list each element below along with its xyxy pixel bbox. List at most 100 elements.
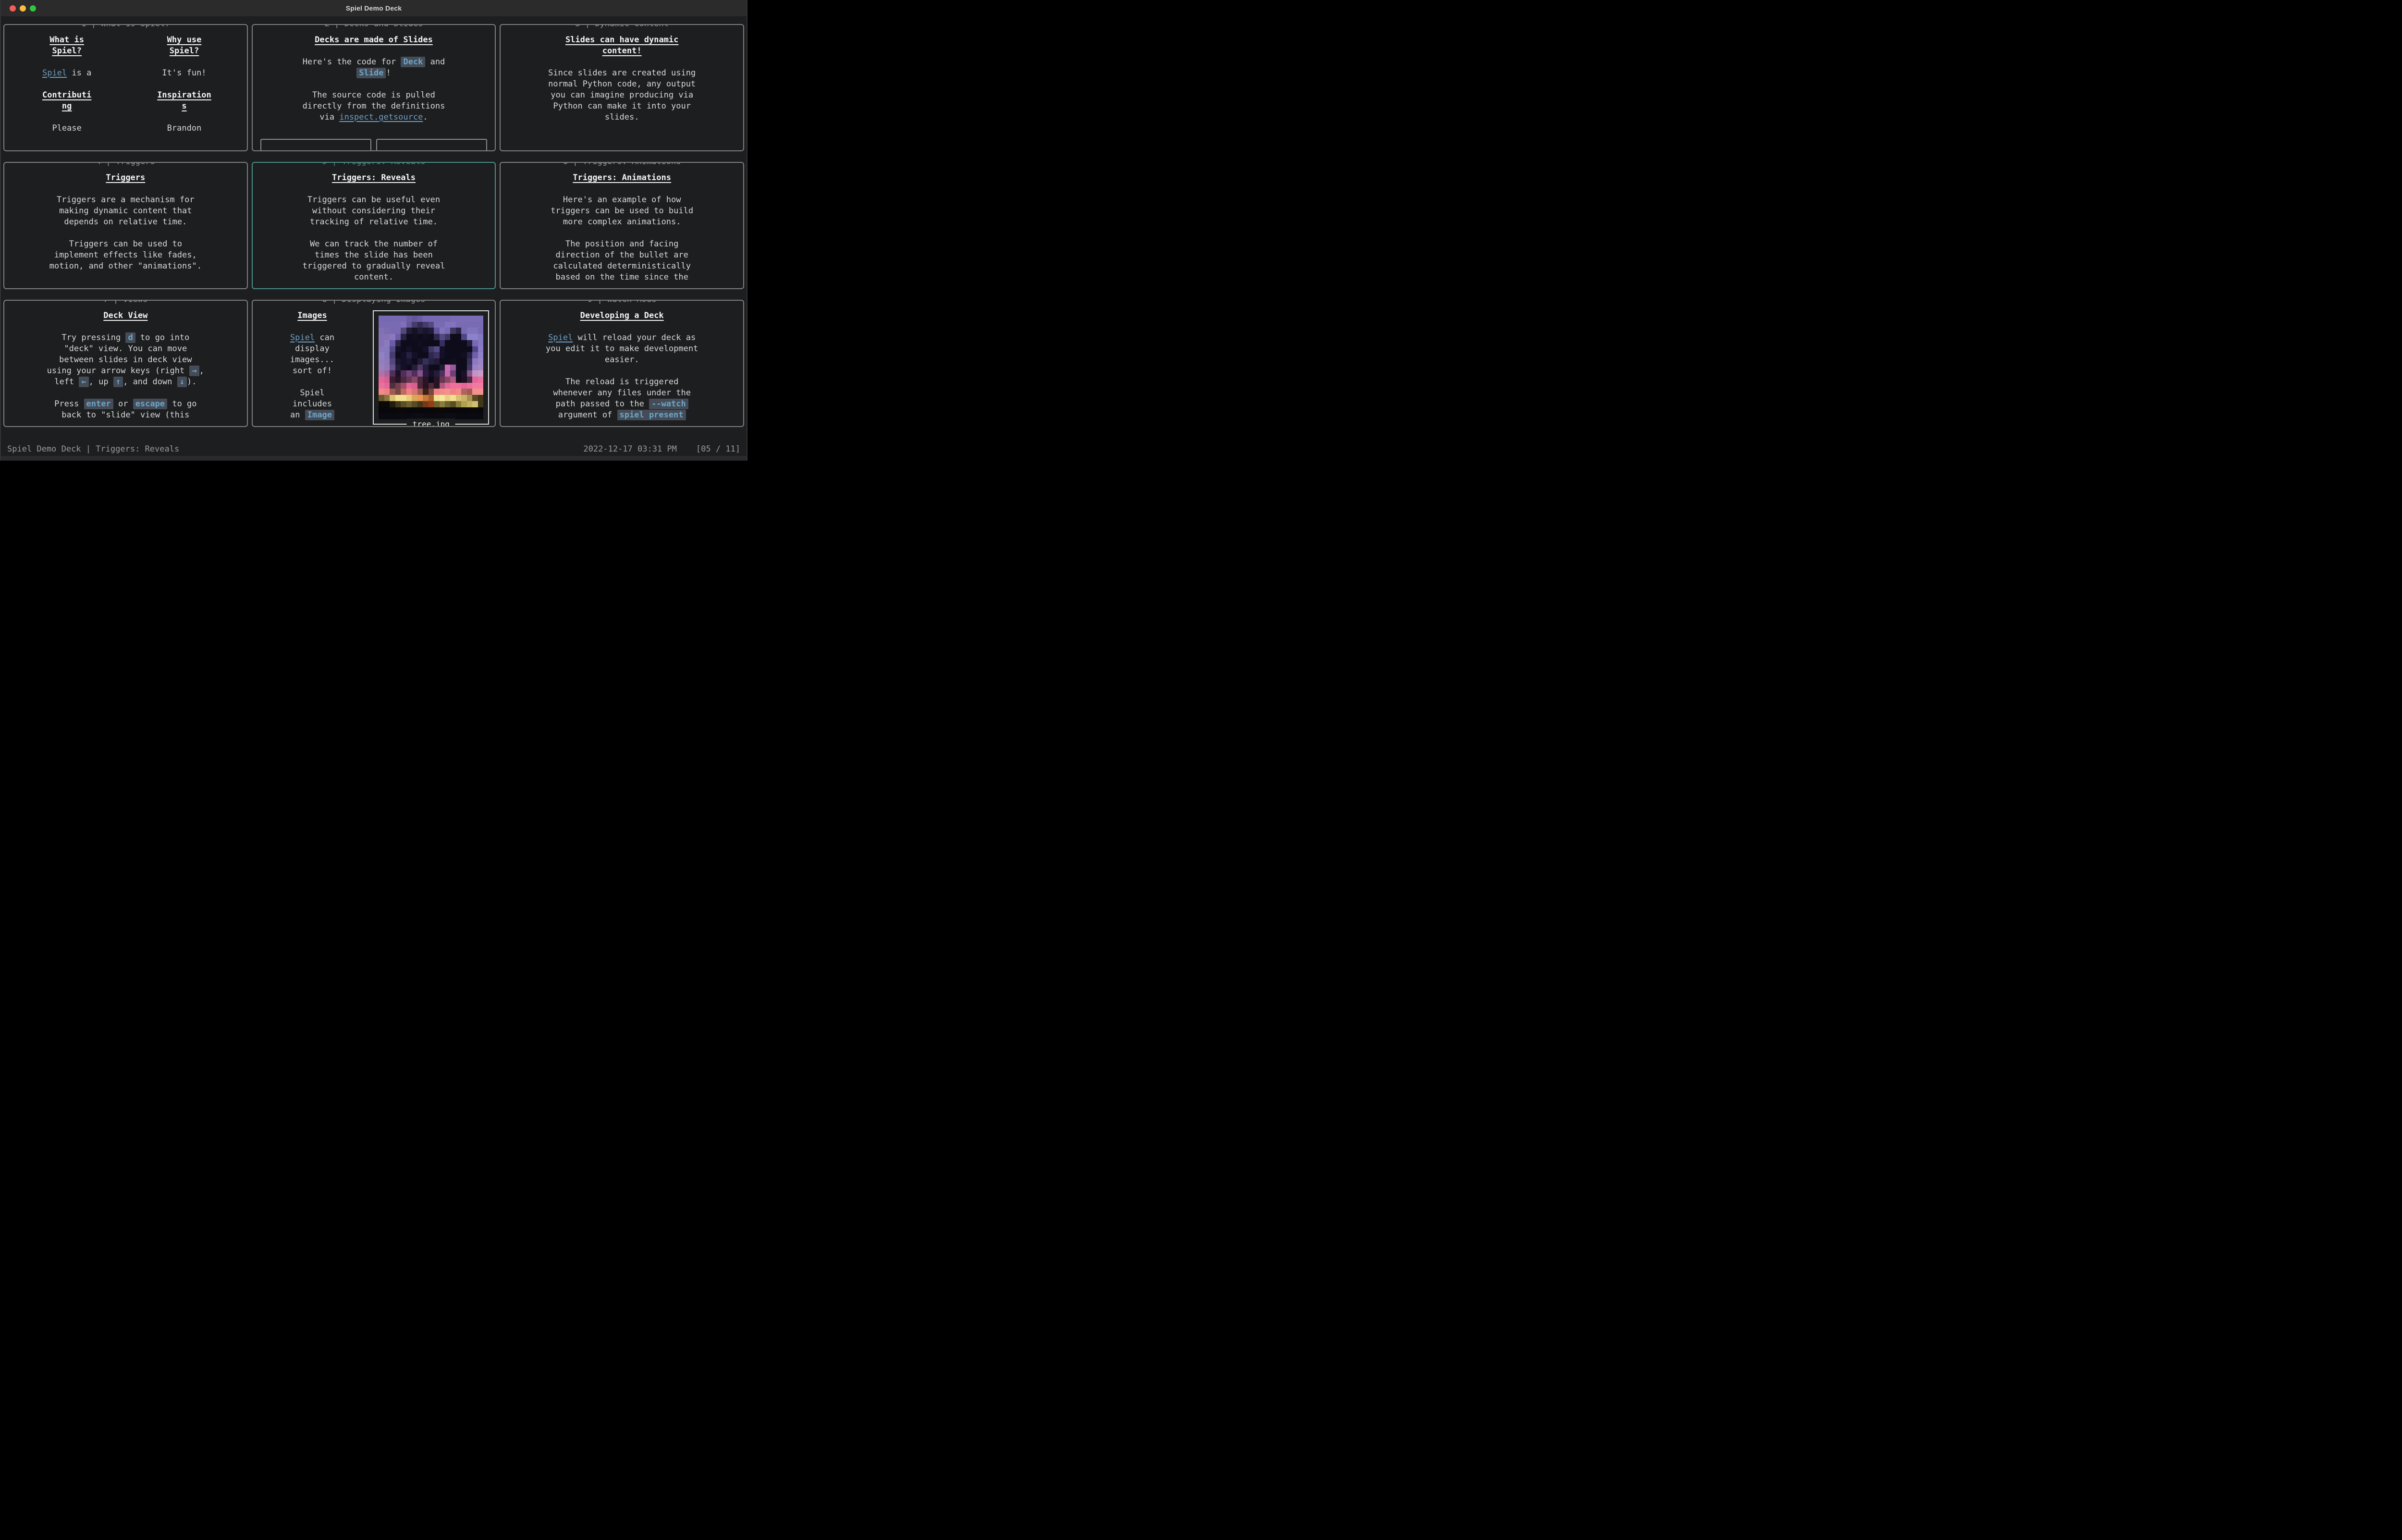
slide-paragraph: Triggers are a mechanism for making dynam…: [8, 195, 243, 228]
pixel: [423, 401, 429, 407]
text-line: Brandon: [167, 123, 202, 133]
pixel: [428, 316, 434, 322]
slide-heading: Slides can have dynamic content!: [504, 35, 739, 57]
pixel: [417, 407, 423, 414]
pixel: [412, 340, 417, 346]
slide-image-frame: tree.jpg: [373, 310, 490, 426]
pixel: [395, 407, 401, 414]
slide-card-7[interactable]: 7 | Views Deck View Try pressing d to go i…: [3, 300, 248, 427]
pixel: [423, 364, 429, 371]
pixel: [450, 389, 456, 395]
text-line: Decks are made of Slides: [257, 35, 491, 46]
pixel: [478, 364, 484, 371]
slide-card-3[interactable]: 3 | Dynamic ContentSlides can have dynam…: [500, 24, 744, 151]
pixel: [434, 407, 440, 414]
text-line: using your arrow keys (right →,: [47, 366, 204, 376]
slide-heading: Triggers: [8, 172, 243, 183]
slide-card-8[interactable]: 8 | Displaying Images Images Spiel can disp…: [251, 300, 496, 427]
pixel: [478, 382, 484, 389]
slide-column: Why use Spiel? It's fun! Inspiration s Brando…: [125, 35, 243, 150]
close-button[interactable]: [10, 5, 16, 12]
pixel: [445, 346, 451, 353]
pixel: [384, 334, 390, 340]
pixel: [423, 352, 429, 358]
pixel: [434, 395, 440, 401]
pixel: [428, 346, 434, 353]
pixel: [428, 377, 434, 383]
slide-body: Slides can have dynamic content! Since sli…: [501, 25, 743, 150]
heading-text: Decks are made of Slides: [315, 35, 433, 45]
pixel: [461, 377, 467, 383]
slide-card-6[interactable]: 6 | Triggers: Animations Triggers: Animat…: [500, 162, 744, 289]
pixel: [428, 352, 434, 358]
slide-paragraph: Spiel can display images... sort of!: [256, 332, 369, 377]
pixel: [445, 389, 451, 395]
pixel: [461, 407, 467, 414]
minimize-button[interactable]: [20, 5, 26, 12]
link[interactable]: Spiel: [548, 333, 573, 342]
text-line: Here's an example of how: [563, 195, 681, 205]
slide-heading: Triggers: Animations: [504, 172, 739, 183]
text-line: without considering their: [312, 206, 435, 216]
text-line: Here's the code for Deck and: [302, 57, 445, 67]
slide-card-1[interactable]: 1 | What is Spiel?What isSpiel?Spiel is …: [3, 24, 248, 151]
text-line: ng: [8, 101, 125, 112]
slide-paragraph: Spiel will reload your deck as you edit i…: [504, 332, 739, 366]
slide-card-5[interactable]: 5 | Triggers: RevealsTriggers: RevealsTr…: [251, 162, 496, 289]
pixel: [466, 358, 473, 365]
text-line: images...: [290, 355, 335, 365]
pixel: [406, 407, 412, 414]
pixel: [445, 364, 451, 371]
pixel: [439, 407, 445, 414]
pixel: [401, 370, 406, 377]
pixel: [455, 352, 462, 358]
text-line: Triggers: Animations: [504, 172, 739, 183]
pixel: [439, 334, 445, 340]
pixel: [472, 401, 478, 407]
link[interactable]: Spiel: [290, 333, 315, 342]
pixel: [478, 358, 484, 365]
slide-body: Triggers: Reveals Triggers can be useful …: [253, 163, 495, 288]
link[interactable]: Spiel: [42, 68, 67, 78]
pixel: [417, 334, 423, 340]
text-line: Triggers: Reveals: [257, 172, 491, 183]
heading-text: s: [182, 101, 187, 111]
pixel: [412, 377, 417, 383]
text-line: you can imagine producing via: [551, 90, 694, 100]
text-line: The source code is pulled: [312, 90, 435, 100]
pixel: [384, 389, 390, 395]
pixel: [412, 346, 417, 353]
pixel: [466, 321, 473, 328]
heading-text: Why use: [167, 35, 202, 45]
pixel: [390, 364, 395, 371]
slide-body: Developing a Deck Spiel will reload your …: [501, 301, 743, 426]
pixel: [412, 358, 417, 365]
pixel: [439, 377, 445, 383]
pixel: [450, 352, 456, 358]
slide-card-2[interactable]: 2 | Decks and SlidesDecks are made of Sl…: [251, 24, 496, 151]
slide-card-9[interactable]: 9 | Watch Mode Developing a Deck Spiel wil…: [500, 300, 744, 427]
text-line: display: [295, 344, 330, 354]
pixel: [412, 352, 417, 358]
zoom-button[interactable]: [30, 5, 36, 12]
text-line: path passed to the --watch: [504, 399, 739, 410]
pixel: [428, 395, 434, 401]
code-source-panels: [260, 139, 488, 150]
pixel: [423, 328, 429, 334]
text-line: content.: [354, 272, 393, 282]
text-line: Press enter or escape to go: [54, 399, 197, 409]
text-line: implement effects like fades,: [54, 250, 197, 260]
status-slide-counter: [05 / 11]: [696, 444, 740, 454]
link[interactable]: inspect.getsource: [339, 112, 423, 122]
text-line: motion, and other "animations".: [49, 261, 202, 271]
heading-text: Inspiration: [157, 90, 211, 100]
pixel: [395, 352, 401, 358]
slide-body: Deck View Try pressing d to go into "deck"…: [4, 301, 247, 426]
slide-card-4[interactable]: 4 | Triggers Triggers Triggers are a mecha…: [3, 162, 248, 289]
slide-title: 6 | Triggers: Animations: [558, 163, 686, 168]
pixel: [395, 358, 401, 365]
pixel: [466, 407, 473, 414]
pixel: [417, 395, 423, 401]
heading-text: Images: [297, 311, 327, 320]
pixel: [466, 352, 473, 358]
